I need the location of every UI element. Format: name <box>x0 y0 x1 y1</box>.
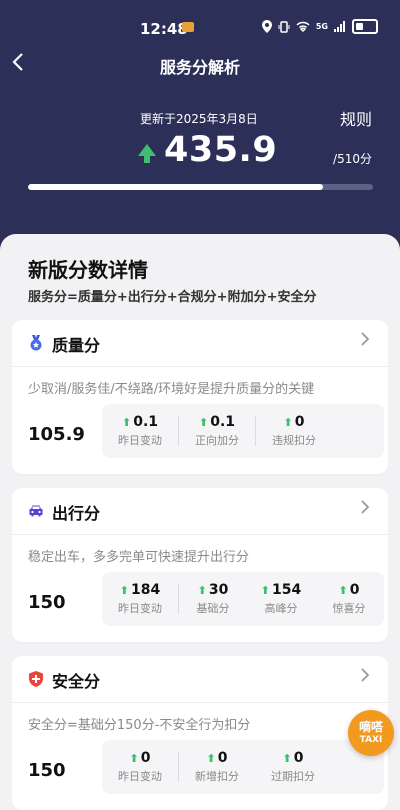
card-trip-value: 150 <box>28 592 66 613</box>
card-trip-stats: ⬆ 184 昨日变动 ⬆ 30 基础分 ⬆ 154 高峰分 ⬆ 0 惊喜分 <box>102 572 384 626</box>
stat-label: 昨日变动 <box>118 434 162 447</box>
stat-item: ⬆ 184 昨日变动 <box>102 582 178 616</box>
arrow-up-icon: ⬆ <box>198 416 209 429</box>
stat-value: 154 <box>271 582 302 598</box>
status-icons: 5G <box>261 19 378 34</box>
status-time: 12:48 <box>140 20 188 38</box>
stat-value: 0 <box>294 414 305 430</box>
stat-item: ⬆ 0 昨日变动 <box>102 750 178 784</box>
stat-label: 基础分 <box>196 602 230 615</box>
shield-icon <box>29 671 43 687</box>
stat-label: 违规扣分 <box>272 434 316 447</box>
card-quality-header[interactable]: 质量分 <box>12 320 388 367</box>
card-trip-title: 出行分 <box>52 504 101 523</box>
location-icon <box>261 20 272 33</box>
stat-value: 0 <box>293 750 304 766</box>
nav-bar: 服务分解析 <box>0 52 400 78</box>
stat-label: 正向加分 <box>195 434 239 447</box>
stat-value: 30 <box>208 582 229 598</box>
stat-value: 0 <box>217 750 228 766</box>
card-trip: 出行分 稳定出车，多多完单可快速提升出行分 150 ⬆ 184 昨日变动 ⬆ 30 … <box>12 488 388 642</box>
stat-value: 184 <box>130 582 161 598</box>
arrow-up-icon <box>138 144 156 163</box>
notification-icon <box>182 22 194 32</box>
battery-icon <box>352 19 378 34</box>
stat-item: ⬆ 0 违规扣分 <box>256 414 332 448</box>
wifi-icon <box>296 21 310 32</box>
score-progress-fill <box>28 184 323 190</box>
stat-label: 昨日变动 <box>118 770 162 783</box>
stat-value: 0 <box>349 582 360 598</box>
card-safety-title: 安全分 <box>52 672 101 691</box>
stat-item: ⬆ 0.1 正向加分 <box>179 414 255 448</box>
card-safety-header[interactable]: 安全分 <box>12 656 388 703</box>
stat-item: ⬆ 0 新增扣分 <box>179 750 255 784</box>
arrow-up-icon: ⬆ <box>282 752 292 765</box>
stat-label: 昨日变动 <box>118 602 162 615</box>
arrow-up-icon: ⬆ <box>121 416 132 429</box>
stat-label: 高峰分 <box>264 602 298 615</box>
stat-value: 0 <box>140 750 151 766</box>
page-title: 服务分解析 <box>159 58 240 77</box>
details-title: 新版分数详情 <box>28 258 148 282</box>
card-quality-title: 质量分 <box>52 336 101 355</box>
chevron-right-icon <box>360 499 370 520</box>
card-safety-desc: 安全分=基础分150分-不安全行为扣分 <box>28 718 251 733</box>
stat-value: 0.1 <box>210 414 236 430</box>
network-type: 5G <box>315 22 328 31</box>
vibrate-icon <box>278 20 290 33</box>
card-safety-value: 150 <box>28 760 66 781</box>
arrow-up-icon: ⬆ <box>119 584 129 597</box>
chevron-right-icon <box>360 667 370 688</box>
chevron-right-icon <box>360 331 370 352</box>
taxi-label: 嘀嗒 <box>358 720 383 734</box>
card-quality-stats: ⬆ 0.1 昨日变动 ⬆ 0.1 正向加分 ⬆ 0 违规扣分 <box>102 404 384 458</box>
taxi-sublabel: TAXI <box>359 735 383 745</box>
arrow-up-icon: ⬆ <box>283 416 293 429</box>
taxi-float-button[interactable]: 嘀嗒 TAXI <box>348 710 394 756</box>
card-trip-header[interactable]: 出行分 <box>12 488 388 535</box>
arrow-up-icon: ⬆ <box>206 752 216 765</box>
stat-item: ⬆ 154 高峰分 <box>247 582 315 616</box>
rules-link[interactable]: 规则 <box>340 106 372 130</box>
card-trip-desc: 稳定出车，多多完单可快速提升出行分 <box>28 550 250 565</box>
score-formula: 服务分=质量分+出行分+合规分+附加分+安全分 <box>28 290 317 305</box>
card-quality: 质量分 少取消/服务佳/不绕路/环境好是提升质量分的关键 105.9 ⬆ 0.1 … <box>12 320 388 474</box>
signal-icon <box>334 21 345 32</box>
details-sheet: 新版分数详情 服务分=质量分+出行分+合规分+附加分+安全分 质量分 少取消/服… <box>0 234 400 810</box>
medal-icon <box>30 335 42 351</box>
score-progress-bar <box>28 184 373 190</box>
status-bar: 12:48 5G <box>0 18 400 42</box>
arrow-up-icon: ⬆ <box>260 584 270 597</box>
header-panel: 12:48 5G 服务分解析 更新于2025年3月8日 规则 435.9 /51… <box>0 0 400 262</box>
score-total: /510分 <box>333 152 372 166</box>
stat-label: 新增扣分 <box>195 770 239 783</box>
car-icon <box>29 505 43 517</box>
arrow-up-icon: ⬆ <box>129 752 139 765</box>
stat-item: ⬆ 30 基础分 <box>179 582 247 616</box>
service-score: 435.9 <box>164 130 278 170</box>
card-quality-value: 105.9 <box>28 424 85 445</box>
arrow-up-icon: ⬆ <box>338 584 348 597</box>
updated-date: 更新于2025年3月8日 <box>140 112 258 126</box>
stat-item: ⬆ 0 过期扣分 <box>255 750 331 784</box>
stat-label: 惊喜分 <box>332 602 366 615</box>
stat-item: ⬆ 0 惊喜分 <box>315 582 383 616</box>
stat-value: 0.1 <box>133 414 159 430</box>
stat-item: ⬆ 0.1 昨日变动 <box>102 414 178 448</box>
arrow-up-icon: ⬆ <box>197 584 207 597</box>
card-safety-stats: ⬆ 0 昨日变动 ⬆ 0 新增扣分 ⬆ 0 过期扣分 <box>102 740 384 794</box>
card-quality-desc: 少取消/服务佳/不绕路/环境好是提升质量分的关键 <box>28 382 315 397</box>
score-row: 435.9 <box>138 130 277 170</box>
card-safety: 安全分 安全分=基础分150分-不安全行为扣分 150 ⬆ 0 昨日变动 ⬆ 0 新… <box>12 656 388 810</box>
stat-label: 过期扣分 <box>271 770 315 783</box>
